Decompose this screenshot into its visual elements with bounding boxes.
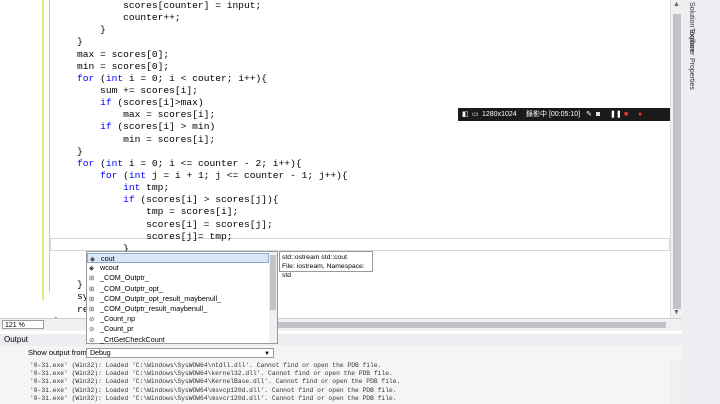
camera-icon[interactable]: ◙ [596,108,600,121]
completion-item[interactable]: ⊞ _COM_Outptr_opt_result_maybenull_ [87,294,269,304]
output-source-select[interactable]: Debug ▼ [86,348,274,358]
code-line[interactable]: sum += scores[i]; [54,85,348,97]
code-line-text: tmp = scores[i]; [54,206,239,218]
code-line-text: sum += scores[i]; [54,84,198,96]
code-line[interactable]: scores[i] = scores[j]; [54,219,348,231]
output-line: '0-31.exe' (Win32): Loaded 'C:\Windows\S… [30,370,393,378]
pause-icon[interactable]: ❚❚ [610,108,622,121]
code-line[interactable]: min = scores[i]; [54,134,348,146]
code-line[interactable]: } [54,24,348,36]
quickinfo-tooltip: std::ostream std::cout File: iostream, N… [279,251,373,279]
code-line-text: counter++; [54,12,181,24]
code-line-text: } [54,279,83,291]
code-line-text: if (scores[i] > min) [100,121,216,133]
recorder-status: 錄影中 [00:05:10] [526,111,581,118]
code-line-text: scores[counter] = input; [54,0,262,11]
output-line: '0-31.exe' (Win32): Loaded 'C:\Windows\S… [30,394,397,402]
completion-item[interactable]: ◆ wcout [87,263,269,273]
output-line: '0-31.exe' (Win32): Loaded 'C:\Windows\S… [30,386,397,394]
completion-item[interactable]: ⊞ _COM_Outptr_ [87,273,269,283]
code-line-text: if (scores[i]>max) [100,97,204,109]
code-line-text: min = scores[i]; [54,133,216,145]
completion-item-label: cout [101,254,115,263]
output-vertical-scrollbar[interactable] [670,360,682,404]
code-line-text: scores[i] = scores[j]; [54,218,273,230]
code-line-text: min = scores[0]; [54,60,170,72]
output-line: '0-31.exe' (Win32): Loaded 'C:\Windows\S… [30,362,382,369]
completion-item[interactable]: ⊞ _COM_Outptr_result_maybenull_ [87,304,269,314]
completion-list-scrollbar[interactable] [269,252,277,343]
code-line[interactable]: tmp = scores[i]; [54,206,348,218]
change-indicator-bar [42,0,44,300]
intellisense-completion-list[interactable]: ◆ cout ◆ wcout ⊞ _COM_Outptr_ ⊞ _COM_Outptr_opt… [86,251,278,344]
stop-icon[interactable]: ■ [624,108,628,121]
code-line[interactable]: for (int j = i + 1; j <= counter - 1; j+… [54,170,348,182]
code-line[interactable]: counter++; [54,12,348,24]
completion-item-label: wcout [100,263,119,273]
zoom-select[interactable]: 121 % [2,320,44,329]
completion-item-label: _Count_pr [100,324,134,334]
code-line[interactable]: min = scores[0]; [54,61,348,73]
output-log: '0-31.exe' (Win32): Loaded 'C:\Windows\S… [30,362,400,403]
tab-properties[interactable]: Properties [685,58,695,90]
code-line[interactable]: max = scores[0]; [54,49,348,61]
code-line-text: } [54,36,83,48]
recorder-logo-icon: ◧ [462,111,469,118]
function-icon: ⊘ [89,336,95,344]
code-line-text: if (scores[i] > scores[j]){ [123,194,279,206]
code-line[interactable]: } [54,146,348,158]
code-line[interactable]: scores[counter] = input; [54,0,348,12]
code-line-text: for (int i = 0; i <= counter - 2; i++){ [77,157,302,169]
code-line-text: } [54,145,83,157]
monitor-icon: ▭ [472,111,479,118]
completion-item[interactable]: ◆ cout [87,253,269,264]
output-line: '0-31.exe' (Win32): Loaded 'C:\Windows\S… [30,378,401,386]
tooltip-signature: std::ostream std::cout [282,254,347,261]
code-line[interactable]: if (scores[i] > scores[j]){ [54,194,348,206]
code-line-text: for (int i = 0; i < couter; i++){ [77,72,268,84]
code-line-text: scores[j]= tmp; [54,230,233,242]
code-line[interactable]: int tmp; [54,182,348,194]
right-tool-tabs: Solution Explorer Toolbox Properties [682,0,720,404]
code-line[interactable]: if (scores[i]>max) [54,97,348,109]
code-line[interactable]: if (scores[i] > min) [54,121,348,133]
completion-item-label: _COM_Outptr_opt_ [100,283,163,293]
completion-item[interactable]: ⊘ _Count_pr [87,324,269,334]
code-line-text: int tmp; [123,182,170,194]
completion-item-label: _COM_Outptr_ [100,273,149,283]
completion-item[interactable]: ⊘ _CrtGetCheckCount [87,335,269,345]
recorder-resolution: 1280x1024 [482,111,517,118]
completion-item[interactable]: ⊘ _Count_np [87,314,269,324]
code-line-text: } [54,24,106,36]
pencil-icon[interactable]: ✎ [586,108,592,121]
code-line-text: max = scores[0]; [54,48,170,60]
show-output-label: Show output from: [28,348,89,357]
code-line-text: max = scores[i]; [54,109,216,121]
code-line[interactable]: scores[j]= tmp; [54,231,348,243]
chevron-down-icon[interactable]: ▼ [264,349,270,359]
completion-item[interactable]: ⊞ _COM_Outptr_opt_ [87,284,269,294]
completion-item-label: _COM_Outptr_opt_result_maybenull_ [100,293,222,303]
code-line[interactable]: } [54,36,348,48]
code-line[interactable]: max = scores[i]; [54,109,348,121]
scrollbar-thumb[interactable] [673,14,681,309]
code-line-text: for (int j = i + 1; j <= counter - 1; j+… [100,169,348,181]
scrollbar-thumb[interactable] [270,255,276,310]
screen-recorder-bar: ◧ ▭ 1280x1024 錄影中 [00:05:10] ✎ ◙ ❚❚ ■ ● [458,108,670,121]
completion-item-label: _Count_np [100,314,136,324]
record-icon[interactable]: ● [638,108,642,121]
tooltip-file-info: File: iostream, Namespace: std [282,263,365,279]
output-toolbar: Show output from: Debug ▼ [0,346,682,360]
scroll-down-icon[interactable]: ▼ [673,309,680,316]
code-line[interactable]: for (int i = 0; i <= counter - 2; i++){ [54,158,348,170]
output-source-value: Debug [90,350,111,357]
completion-item-label: _CrtGetCheckCount [100,334,165,344]
scroll-up-icon[interactable]: ▲ [673,1,680,8]
code-line[interactable]: for (int i = 0; i < couter; i++){ [54,73,348,85]
tab-toolbox[interactable]: Toolbox [685,28,695,52]
editor-gutter [0,0,40,318]
completion-item-label: _COM_Outptr_result_maybenull_ [100,304,208,313]
